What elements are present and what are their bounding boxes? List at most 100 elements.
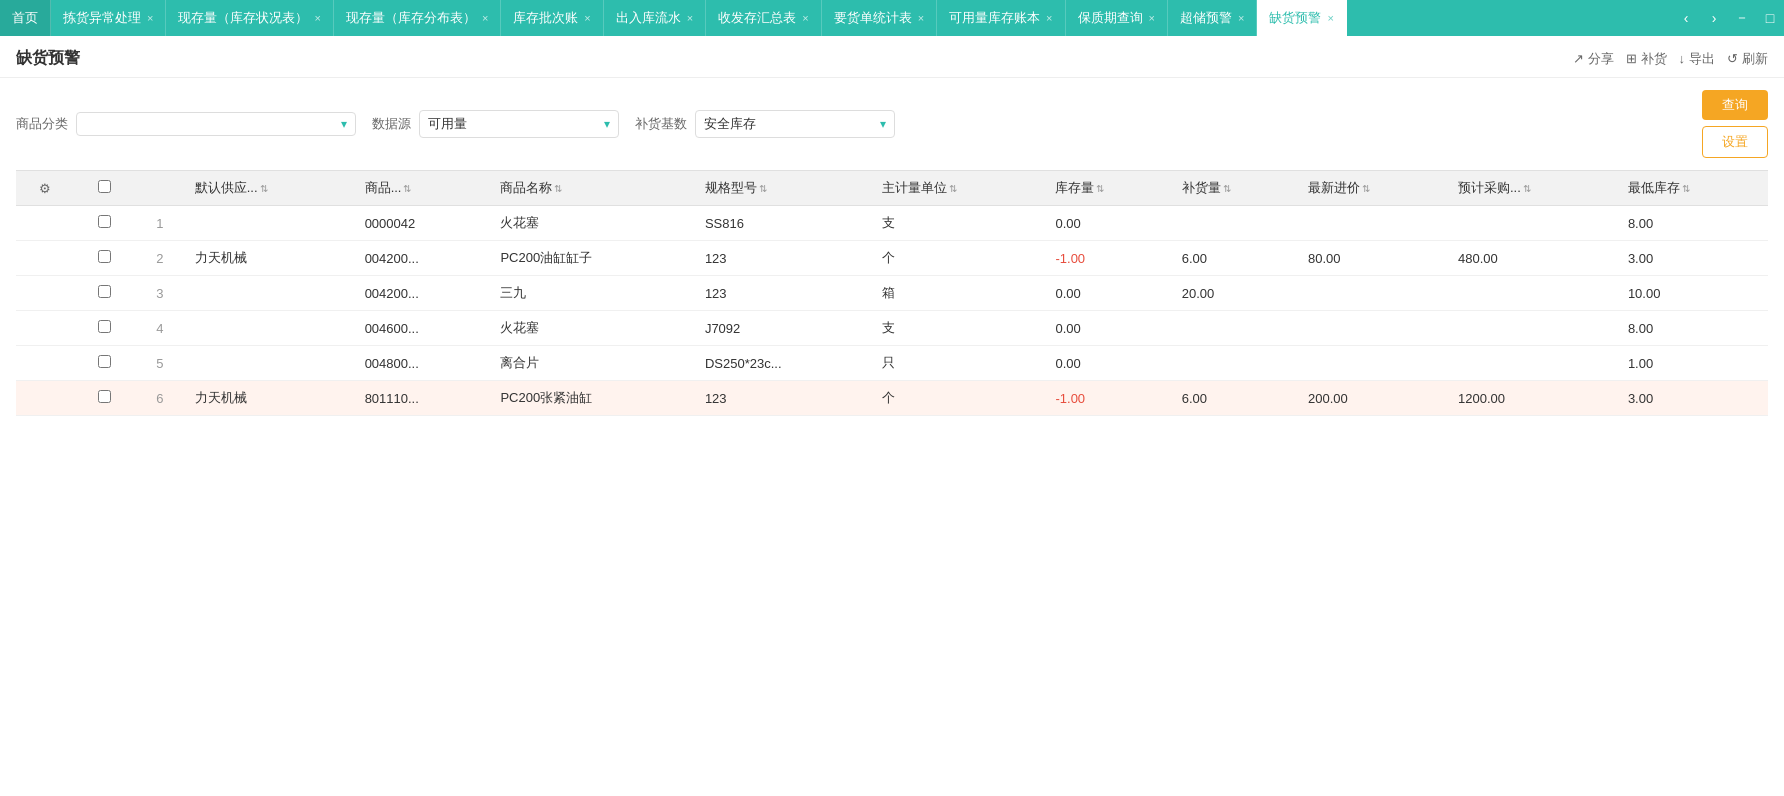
th-product_code[interactable]: 商品...⇅ [355,171,491,206]
tab-close-exception[interactable]: × [147,12,153,24]
tab-next-btn[interactable]: › [1700,10,1728,26]
tab-shortage[interactable]: 缺货预警× [1257,0,1346,36]
tab-recv-summary[interactable]: 收发存汇总表 × [706,0,821,36]
cell-spec_model: 123 [695,381,872,416]
query-btn-group: 查询 设置 [1702,90,1768,158]
cell-stock: -1.00 [1045,241,1171,276]
cell-est_purchase: 1200.00 [1448,381,1618,416]
tab-close-overstock[interactable]: × [1238,12,1244,24]
cell-replenish [1172,206,1298,241]
th-spec_model[interactable]: 规格型号⇅ [695,171,872,206]
cell-latest_price [1298,346,1448,381]
col-label-spec_model: 规格型号 [705,180,757,195]
row-checkbox[interactable] [98,215,111,228]
tab-close-inventory-status[interactable]: × [314,12,320,24]
tab-close-order-stats[interactable]: × [918,12,924,24]
tab-exception[interactable]: 拣货异常处理× [51,0,166,36]
export-btn[interactable]: ↓ 导出 [1679,50,1716,68]
th-default_supplier[interactable]: 默认供应...⇅ [185,171,355,206]
cell-product_code: 004600... [355,311,491,346]
cell-stock: 0.00 [1045,346,1171,381]
tab-order-stats[interactable]: 要货单统计表× [822,0,937,36]
col-label-unit: 主计量单位 [882,180,947,195]
cell-unit: 只 [872,346,1046,381]
cell-checkbox [75,381,135,416]
col-label-min_stock: 最低库存 [1628,180,1680,195]
th-min_stock[interactable]: 最低库存⇅ [1618,171,1768,206]
row-checkbox[interactable] [98,250,111,263]
tab-avail-ledger[interactable]: 可用量库存账本× [937,0,1065,36]
tab-home[interactable]: 首页 [0,0,51,36]
tab-expiry[interactable]: 保质期查询× [1066,0,1168,36]
row-checkbox[interactable] [98,355,111,368]
th-est_purchase[interactable]: 预计采购...⇅ [1448,171,1618,206]
cell-est_purchase [1448,346,1618,381]
tab-close-expiry[interactable]: × [1149,12,1155,24]
th-checkbox [75,171,135,206]
tab-label-overstock: 超储预警 [1180,9,1232,27]
cell-spec_model: 123 [695,241,872,276]
tab-close-shortage[interactable]: × [1327,12,1333,24]
table-row: 5004800...离合片DS250*23c...只0.001.00 [16,346,1768,381]
gear-icon[interactable]: ⚙ [39,181,51,196]
row-checkbox[interactable] [98,390,111,403]
tab-close-avail-ledger[interactable]: × [1046,12,1052,24]
datasource-filter-group: 数据源 可用量 ▾ [372,110,619,138]
replenish-base-value: 安全库存 [704,115,880,133]
sort-icon-spec_model: ⇅ [759,183,767,194]
th-unit[interactable]: 主计量单位⇅ [872,171,1046,206]
cell-replenish: 6.00 [1172,241,1298,276]
query-button[interactable]: 查询 [1702,90,1768,120]
cell-product_code: 004200... [355,241,491,276]
tab-inventory-status[interactable]: 现存量（库存状况表）× [166,0,333,36]
th-replenish[interactable]: 补货量⇅ [1172,171,1298,206]
replenish-base-select[interactable]: 安全库存 ▾ [695,110,895,138]
cell-latest_price [1298,206,1448,241]
category-select[interactable]: ▾ [76,112,356,136]
refresh-btn[interactable]: ↺ 刷新 [1727,50,1768,68]
tab-label-batch: 库存批次账 [513,9,578,27]
window-maximize-btn[interactable]: □ [1756,10,1784,26]
cell-default_supplier [185,276,355,311]
tab-inventory-dist[interactable]: 现存量（库存分布表）× [334,0,501,36]
cell-unit: 箱 [872,276,1046,311]
cell-spec_model: SS816 [695,206,872,241]
cell-stock: -1.00 [1045,381,1171,416]
cell-product_code: 004200... [355,276,491,311]
cell-product_name: 三九 [490,276,694,311]
cell-replenish [1172,346,1298,381]
window-minimize-btn[interactable]: － [1728,9,1756,27]
tab-prev-btn[interactable]: ‹ [1672,10,1700,26]
select-all-checkbox[interactable] [98,180,111,193]
share-btn[interactable]: ↗ 分享 [1573,50,1614,68]
tab-overstock[interactable]: 超储预警 × [1168,0,1257,36]
tab-close-inout-flow[interactable]: × [687,12,693,24]
row-checkbox[interactable] [98,285,111,298]
cell-checkbox [75,206,135,241]
cell-row_num: 2 [135,241,185,276]
cell-min_stock: 8.00 [1618,206,1768,241]
col-label-default_supplier: 默认供应... [195,180,258,195]
tab-label-home: 首页 [12,9,38,27]
tab-inout-flow[interactable]: 出入库流水× [604,0,706,36]
tab-close-inventory-dist[interactable]: × [482,12,488,24]
cell-product_code: 004800... [355,346,491,381]
sort-icon-replenish: ⇅ [1223,183,1231,194]
tab-close-batch[interactable]: × [584,12,590,24]
th-latest_price[interactable]: 最新进价⇅ [1298,171,1448,206]
tab-label-recv-summary: 收发存汇总表 [718,9,796,27]
cell-gear [16,276,75,311]
th-stock[interactable]: 库存量⇅ [1045,171,1171,206]
negative-stock-value: -1.00 [1055,391,1085,406]
datasource-select[interactable]: 可用量 ▾ [419,110,619,138]
negative-stock-value: -1.00 [1055,251,1085,266]
settings-button[interactable]: 设置 [1702,126,1768,158]
replenish-base-filter-group: 补货基数 安全库存 ▾ [635,110,895,138]
replenish-btn[interactable]: ⊞ 补货 [1626,50,1667,68]
tab-close-recv-summary[interactable]: × [802,12,808,24]
tab-batch[interactable]: 库存批次账 × [501,0,603,36]
cell-gear [16,206,75,241]
sort-icon-product_name: ⇅ [554,183,562,194]
row-checkbox[interactable] [98,320,111,333]
th-product_name[interactable]: 商品名称⇅ [490,171,694,206]
